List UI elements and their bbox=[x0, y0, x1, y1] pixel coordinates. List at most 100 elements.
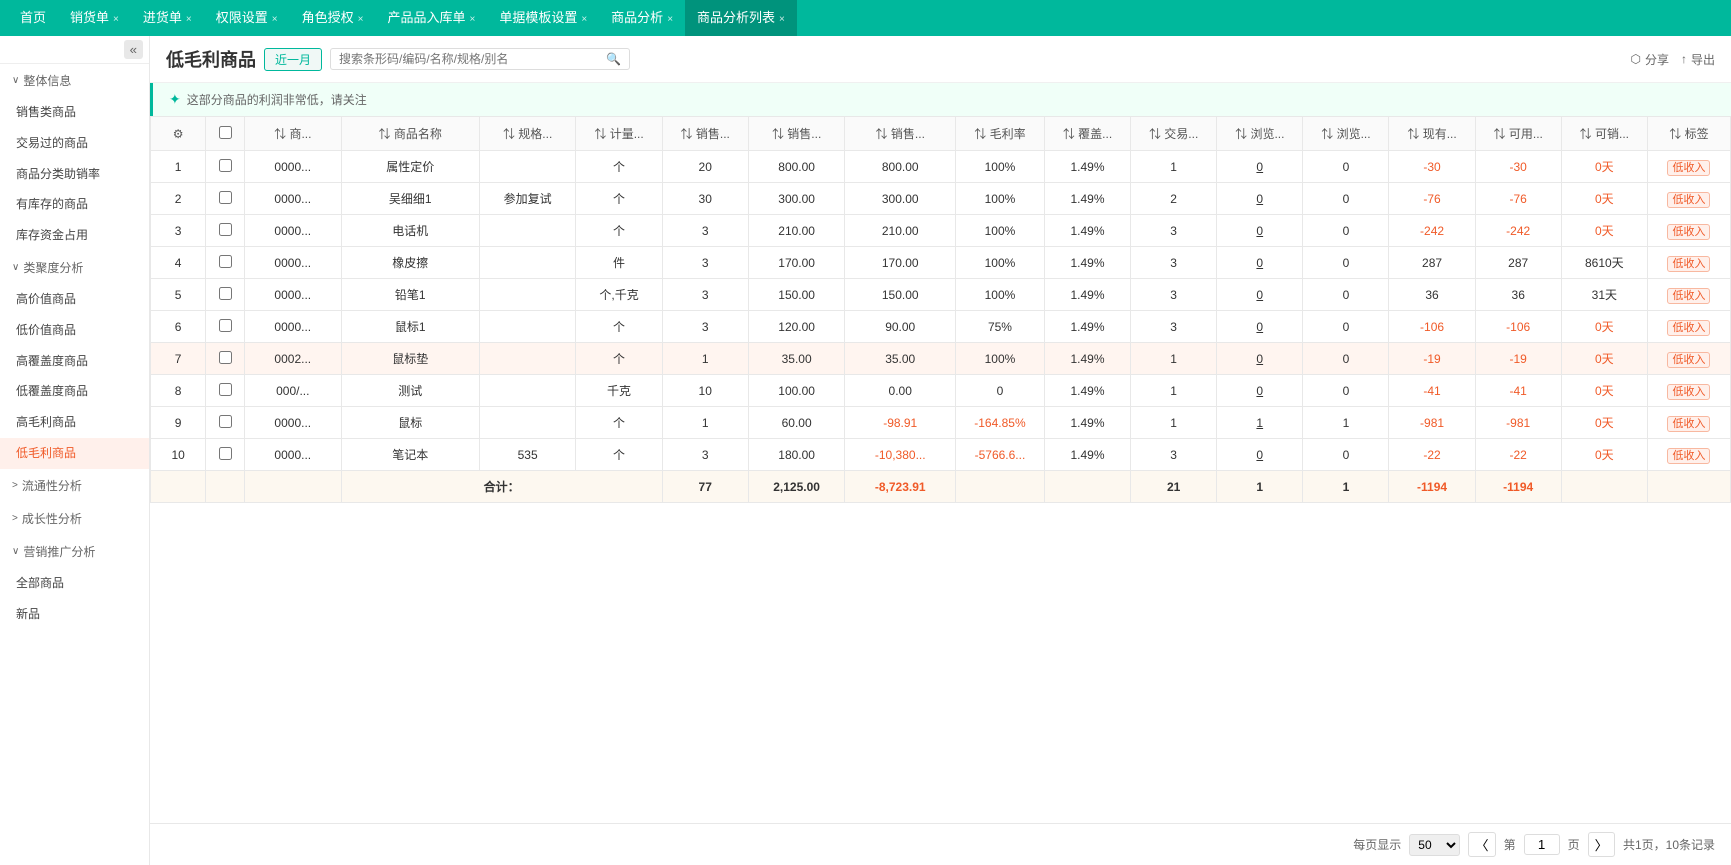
sidebar-item-高覆盖度商品[interactable]: 高覆盖度商品 bbox=[0, 346, 149, 377]
col-header-8[interactable]: ⇅ 销售... bbox=[845, 117, 956, 151]
col-header-7[interactable]: ⇅ 销售... bbox=[748, 117, 845, 151]
sidebar-item-库存资金占用[interactable]: 库存资金占用 bbox=[0, 220, 149, 251]
sort-icon[interactable]: ⇅ bbox=[1321, 127, 1333, 141]
nav-item-产品品入库单[interactable]: 产品品入库单× bbox=[375, 0, 487, 36]
sidebar-item-高毛利商品[interactable]: 高毛利商品 bbox=[0, 407, 149, 438]
sort-icon[interactable]: ⇅ bbox=[274, 127, 286, 141]
browse1-link[interactable]: 0 bbox=[1256, 320, 1263, 334]
sidebar-item-商品分类助销率[interactable]: 商品分类助销率 bbox=[0, 159, 149, 190]
row-checkbox[interactable] bbox=[219, 415, 232, 428]
browse1-link[interactable]: 0 bbox=[1256, 288, 1263, 302]
col-header-14[interactable]: ⇅ 现有... bbox=[1389, 117, 1475, 151]
sort-icon[interactable]: ⇅ bbox=[503, 127, 515, 141]
col-header-13[interactable]: ⇅ 浏览... bbox=[1303, 117, 1389, 151]
sort-icon[interactable]: ⇅ bbox=[681, 127, 693, 141]
sidebar-item-低覆盖度商品[interactable]: 低覆盖度商品 bbox=[0, 376, 149, 407]
sort-icon[interactable]: ⇅ bbox=[1235, 127, 1247, 141]
page-number-input[interactable] bbox=[1524, 834, 1560, 855]
sidebar-item-交易过的商品[interactable]: 交易过的商品 bbox=[0, 128, 149, 159]
sidebar-item-新品[interactable]: 新品 bbox=[0, 599, 149, 630]
row-checkbox[interactable] bbox=[219, 447, 232, 460]
nav-item-销货单[interactable]: 销货单× bbox=[58, 0, 131, 36]
sort-icon[interactable]: ⇅ bbox=[1494, 127, 1506, 141]
sort-icon[interactable]: ⇅ bbox=[379, 127, 391, 141]
browse1-link[interactable]: 0 bbox=[1256, 224, 1263, 238]
sort-icon[interactable]: ⇅ bbox=[772, 127, 784, 141]
browse1-link[interactable]: 0 bbox=[1256, 256, 1263, 270]
nav-item-权限设置[interactable]: 权限设置× bbox=[204, 0, 290, 36]
nav-item-角色授权[interactable]: 角色授权× bbox=[290, 0, 376, 36]
filter-button[interactable]: 近一月 bbox=[264, 48, 322, 71]
sort-icon[interactable]: ⇅ bbox=[1063, 127, 1075, 141]
row-checkbox[interactable] bbox=[219, 191, 232, 204]
sidebar-group-header[interactable]: ∨营销推广分析 bbox=[0, 535, 149, 568]
browse1-link[interactable]: 0 bbox=[1256, 352, 1263, 366]
row-checkbox[interactable] bbox=[219, 223, 232, 236]
select-all-checkbox[interactable] bbox=[219, 126, 232, 139]
nav-close-icon[interactable]: × bbox=[667, 14, 673, 25]
sort-icon[interactable]: ⇅ bbox=[1580, 127, 1592, 141]
sidebar-group-header[interactable]: ∨整体信息 bbox=[0, 64, 149, 97]
sort-icon[interactable]: ⇅ bbox=[1149, 127, 1161, 141]
row-checkbox[interactable] bbox=[219, 255, 232, 268]
nav-item-进货单[interactable]: 进货单× bbox=[131, 0, 204, 36]
nav-close-icon[interactable]: × bbox=[358, 14, 364, 25]
col-header-16[interactable]: ⇅ 可销... bbox=[1561, 117, 1647, 151]
nav-item-首页[interactable]: 首页 bbox=[8, 0, 58, 36]
export-button[interactable]: ↑ 导出 bbox=[1681, 51, 1715, 68]
row-checkbox[interactable] bbox=[219, 351, 232, 364]
sidebar-item-高价值商品[interactable]: 高价值商品 bbox=[0, 284, 149, 315]
sidebar-item-有库存的商品[interactable]: 有库存的商品 bbox=[0, 189, 149, 220]
page-size-select[interactable]: 102050100 bbox=[1409, 834, 1460, 856]
browse1-link[interactable]: 1 bbox=[1256, 416, 1263, 430]
pagination-prev-button[interactable]: 〈 bbox=[1468, 832, 1495, 857]
sort-icon[interactable]: ⇅ bbox=[1407, 127, 1419, 141]
sort-icon[interactable]: ⇅ bbox=[876, 127, 888, 141]
col-header-9[interactable]: ⇅ 毛利率 bbox=[955, 117, 1044, 151]
nav-close-icon[interactable]: × bbox=[113, 14, 119, 25]
row-checkbox[interactable] bbox=[219, 383, 232, 396]
col-header-11[interactable]: ⇅ 交易... bbox=[1131, 117, 1217, 151]
browse1-link[interactable]: 0 bbox=[1256, 160, 1263, 174]
sort-icon[interactable]: ⇅ bbox=[1669, 127, 1681, 141]
sidebar-item-低毛利商品[interactable]: 低毛利商品 bbox=[0, 438, 149, 469]
nav-close-icon[interactable]: × bbox=[469, 14, 475, 25]
col-header-4[interactable]: ⇅ 规格... bbox=[479, 117, 576, 151]
row-checkbox[interactable] bbox=[219, 159, 232, 172]
col-header-3[interactable]: ⇅ 商品名称 bbox=[341, 117, 479, 151]
row-number: 3 bbox=[151, 215, 206, 247]
col-header-6[interactable]: ⇅ 销售... bbox=[662, 117, 748, 151]
sidebar-group-header[interactable]: ∨类聚度分析 bbox=[0, 251, 149, 284]
nav-item-商品分析列表[interactable]: 商品分析列表× bbox=[685, 0, 797, 36]
col-header-10[interactable]: ⇅ 覆盖... bbox=[1044, 117, 1130, 151]
col-header-15[interactable]: ⇅ 可用... bbox=[1475, 117, 1561, 151]
col-header-17[interactable]: ⇅ 标签 bbox=[1647, 117, 1730, 151]
browse1-link[interactable]: 0 bbox=[1256, 448, 1263, 462]
row-checkbox[interactable] bbox=[219, 287, 232, 300]
sidebar-group-header[interactable]: >成长性分析 bbox=[0, 502, 149, 535]
row-checkbox[interactable] bbox=[219, 319, 232, 332]
sidebar-group-header[interactable]: >流通性分析 bbox=[0, 469, 149, 502]
search-icon[interactable]: 🔍 bbox=[606, 52, 621, 66]
settings-icon[interactable]: ⚙ bbox=[173, 127, 184, 141]
nav-item-单据模板设置[interactable]: 单据模板设置× bbox=[487, 0, 599, 36]
sidebar-item-销售类商品[interactable]: 销售类商品 bbox=[0, 97, 149, 128]
sidebar-item-全部商品[interactable]: 全部商品 bbox=[0, 568, 149, 599]
sort-icon[interactable]: ⇅ bbox=[974, 127, 986, 141]
browse1-link[interactable]: 0 bbox=[1256, 192, 1263, 206]
share-button[interactable]: ⬡ 分享 bbox=[1630, 51, 1669, 68]
sidebar-collapse-button[interactable]: « bbox=[124, 40, 143, 59]
nav-item-商品分析[interactable]: 商品分析× bbox=[599, 0, 685, 36]
col-header-12[interactable]: ⇅ 浏览... bbox=[1217, 117, 1303, 151]
col-header-5[interactable]: ⇅ 计量... bbox=[576, 117, 662, 151]
nav-close-icon[interactable]: × bbox=[779, 14, 785, 25]
nav-close-icon[interactable]: × bbox=[272, 14, 278, 25]
pagination-next-button[interactable]: 〉 bbox=[1588, 832, 1615, 857]
browse1-link[interactable]: 0 bbox=[1256, 384, 1263, 398]
col-header-2[interactable]: ⇅ 商... bbox=[244, 117, 341, 151]
sidebar-item-低价值商品[interactable]: 低价值商品 bbox=[0, 315, 149, 346]
nav-close-icon[interactable]: × bbox=[581, 14, 587, 25]
nav-close-icon[interactable]: × bbox=[186, 14, 192, 25]
sort-icon[interactable]: ⇅ bbox=[594, 127, 606, 141]
search-input[interactable] bbox=[339, 52, 606, 66]
